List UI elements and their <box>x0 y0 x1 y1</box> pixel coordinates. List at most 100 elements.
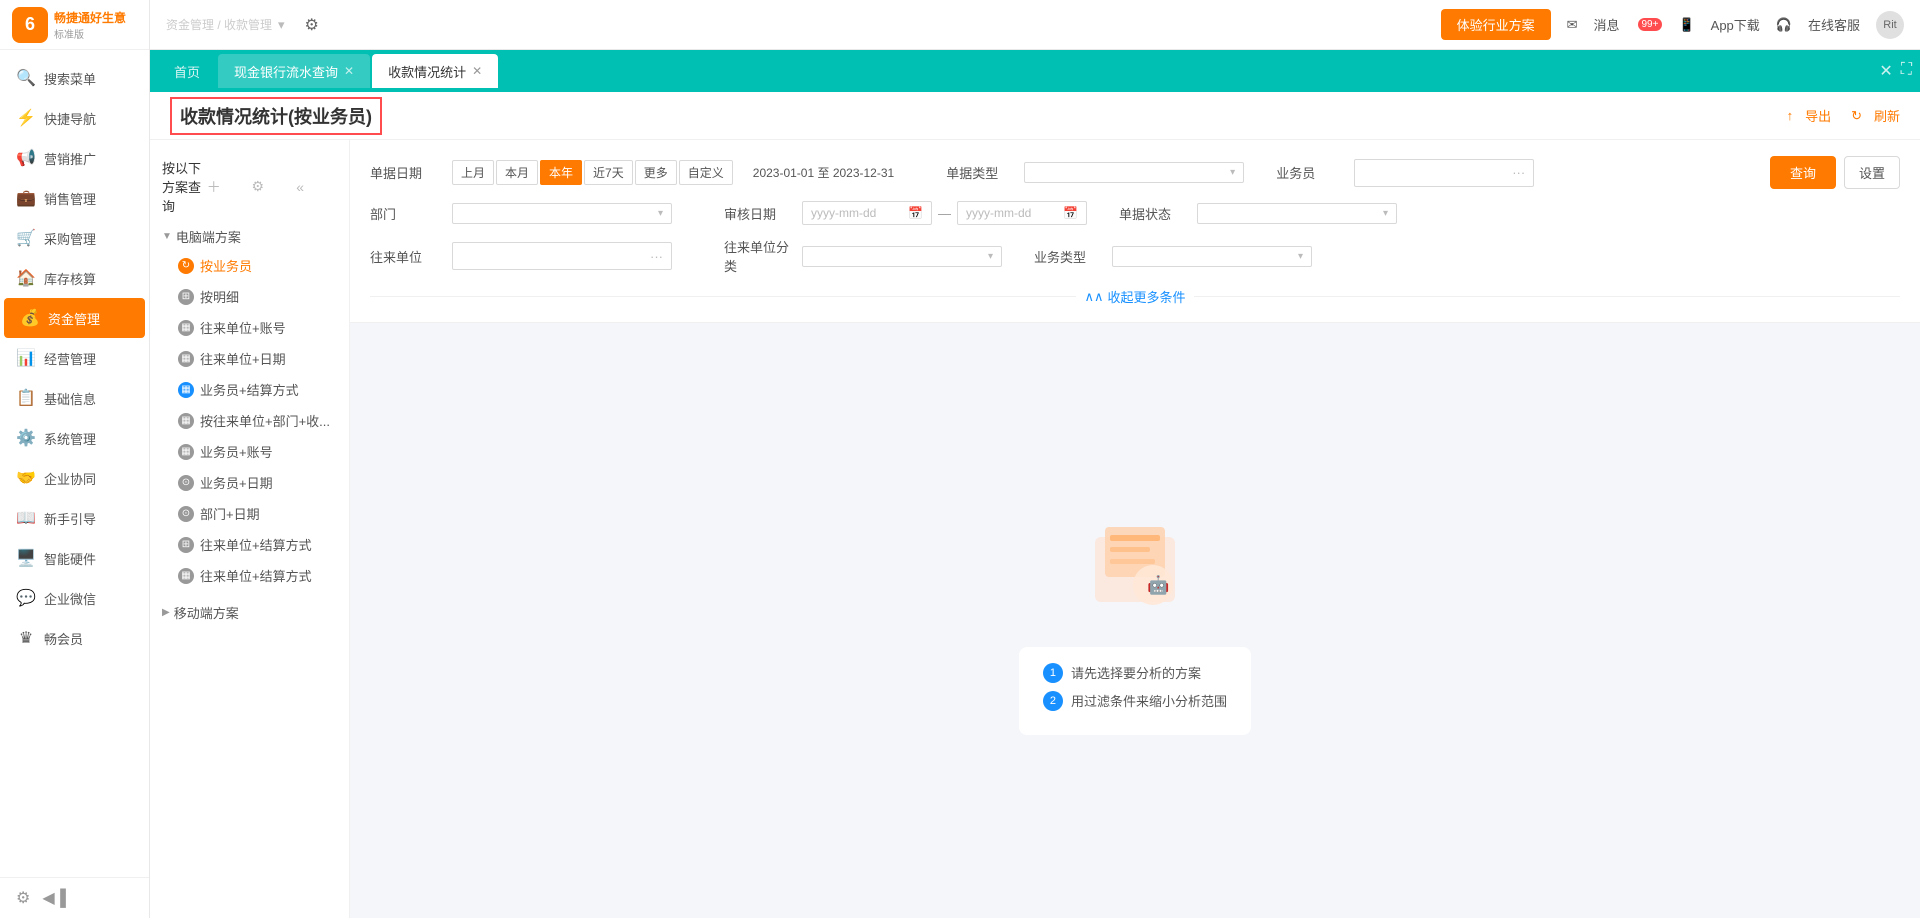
biz-type-select[interactable]: ▾ <box>1112 246 1312 267</box>
user-avatar[interactable]: Rit <box>1876 11 1904 39</box>
sidebar-item-member[interactable]: ♛ 畅会员 <box>0 618 149 658</box>
sidebar-item-corp[interactable]: 🤝 企业协同 <box>0 458 149 498</box>
scheme-icon-unit-settle1: ⊞ <box>178 537 194 553</box>
sidebar-item-purchase[interactable]: 🛒 采购管理 <box>0 218 149 258</box>
base-icon: 📋 <box>16 388 36 408</box>
audit-end-input[interactable]: yyyy-mm-dd 📅 <box>957 201 1087 225</box>
export-button[interactable]: 导出 <box>1805 106 1831 125</box>
counterpart-type-select[interactable]: ▾ <box>802 246 1002 267</box>
settings-gear-icon[interactable]: ⚙ <box>16 888 30 908</box>
scheme-item-by-detail[interactable]: ⊞ 按明细 <box>150 281 349 312</box>
breadcrumb-dropdown-icon[interactable]: ▾ <box>278 17 285 33</box>
dept-label: 部门 <box>370 204 440 223</box>
tab-home[interactable]: 首页 <box>158 54 216 88</box>
audit-date-range: yyyy-mm-dd 📅 — yyyy-mm-dd 📅 <box>802 201 1087 225</box>
online-service-group[interactable]: 🎧 在线客服 <box>1776 15 1860 34</box>
date-btn-7days[interactable]: 近7天 <box>584 160 633 185</box>
breadcrumb-path: 资金管理 / 收款管理 <box>166 16 272 33</box>
collapse-sidebar-icon[interactable]: ◀▐ <box>42 888 66 908</box>
type-select[interactable]: ▾ <box>1024 162 1244 183</box>
scheme-item-staff-date[interactable]: ⊙ 业务员+日期 <box>150 467 349 498</box>
sidebar-item-quick-nav[interactable]: ⚡ 快捷导航 <box>0 98 149 138</box>
scheme-item-unit-settle1[interactable]: ⊞ 往来单位+结算方式 <box>150 529 349 560</box>
scheme-item-unit-settle2[interactable]: ▦ 往来单位+结算方式 <box>150 560 349 591</box>
sidebar-item-finance[interactable]: 💰 资金管理 <box>4 298 145 338</box>
date-btn-group: 上月 本月 本年 近7天 更多 自定义 <box>452 160 733 185</box>
sidebar-item-hardware[interactable]: 🖥️ 智能硬件 <box>0 538 149 578</box>
date-btn-more[interactable]: 更多 <box>635 160 677 185</box>
settings-button[interactable]: 设置 <box>1844 156 1900 189</box>
sidebar-item-search[interactable]: 🔍 搜索菜单 <box>0 58 149 98</box>
staff-filter-group: 业务员 ··· <box>1276 159 1534 187</box>
sidebar-item-system[interactable]: ⚙️ 系统管理 <box>0 418 149 458</box>
calendar-start-icon: 📅 <box>908 206 923 220</box>
counterpart-dots[interactable]: ··· <box>650 249 663 264</box>
window-close-icon[interactable]: ✕ <box>1879 61 1892 81</box>
tab-receipt[interactable]: 收款情况统计 ✕ <box>372 54 498 88</box>
page-settings-icon[interactable]: ⚙ <box>305 15 319 35</box>
manage-scheme-icon[interactable]: ⚙ <box>252 178 293 195</box>
query-button[interactable]: 查询 <box>1770 156 1836 189</box>
staff-dots[interactable]: ··· <box>1512 165 1525 180</box>
scheme-item-by-staff[interactable]: ↻ 按业务员 <box>150 250 349 281</box>
status-filter-group: 单据状态 ▾ <box>1119 203 1397 224</box>
tab-bank-close-icon[interactable]: ✕ <box>344 64 354 78</box>
sidebar-item-sales[interactable]: 💼 销售管理 <box>0 178 149 218</box>
staff-label: 业务员 <box>1276 163 1346 182</box>
breadcrumb: 资金管理 / 收款管理 ▾ <box>166 16 285 33</box>
scheme-icon-unit-settle2: ▦ <box>178 568 194 584</box>
status-select-arrow-icon: ▾ <box>1383 208 1388 219</box>
window-maximize-icon[interactable]: ⛶ <box>1901 61 1912 81</box>
refresh-button[interactable]: 刷新 <box>1874 106 1900 125</box>
staff-input[interactable]: ··· <box>1354 159 1534 187</box>
filter-action-buttons: 查询 设置 <box>1770 156 1900 189</box>
tab-receipt-close-icon[interactable]: ✕ <box>472 64 482 78</box>
empty-illustration: 🤖 <box>1075 507 1195 627</box>
quick-nav-icon: ⚡ <box>16 108 36 128</box>
sales-icon: 💼 <box>16 188 36 208</box>
finance-icon: 💰 <box>20 308 40 328</box>
message-group[interactable]: ✉ 消息 99+ <box>1567 15 1663 34</box>
trial-button[interactable]: 体验行业方案 <box>1441 9 1551 40</box>
status-select[interactable]: ▾ <box>1197 203 1397 224</box>
logo-icon: 6 <box>12 7 48 43</box>
mobile-scheme-section[interactable]: ▶ 移动端方案 <box>150 595 349 630</box>
tab-bank[interactable]: 现金银行流水查询 ✕ <box>218 54 370 88</box>
biz-type-arrow-icon: ▾ <box>1298 251 1303 262</box>
counterpart-type-group: 往来单位分类 ▾ <box>724 237 1002 275</box>
scheme-item-unit-account[interactable]: ▦ 往来单位+账号 <box>150 312 349 343</box>
filter-row-1: 单据日期 上月 本月 本年 近7天 更多 自定义 2023-01-01 至 20… <box>370 156 1900 189</box>
sidebar-item-marketing[interactable]: 📢 营销推广 <box>0 138 149 178</box>
sidebar-item-wechat[interactable]: 💬 企业微信 <box>0 578 149 618</box>
search-icon: 🔍 <box>16 68 36 88</box>
counterpart-input[interactable]: ··· <box>452 242 672 270</box>
left-panel-header: 按以下方案查询 ＋ ⚙ « <box>150 150 349 223</box>
scheme-item-unit-date[interactable]: ▦ 往来单位+日期 <box>150 343 349 374</box>
counterpart-label: 往来单位 <box>370 247 440 266</box>
date-btn-custom[interactable]: 自定义 <box>679 160 733 185</box>
scheme-icon-detail: ⊞ <box>178 289 194 305</box>
date-btn-last-month[interactable]: 上月 <box>452 160 494 185</box>
scheme-icon-unit-account: ▦ <box>178 320 194 336</box>
sidebar-item-base[interactable]: 📋 基础信息 <box>0 378 149 418</box>
app-download-group[interactable]: 📱 App下载 <box>1678 15 1759 34</box>
sidebar-item-inventory[interactable]: 🏠 库存核算 <box>0 258 149 298</box>
operation-icon: 📊 <box>16 348 36 368</box>
scheme-item-dept-date[interactable]: ⊙ 部门+日期 <box>150 498 349 529</box>
date-btn-this-year[interactable]: 本年 <box>540 160 582 185</box>
date-btn-this-month[interactable]: 本月 <box>496 160 538 185</box>
desktop-group-title[interactable]: ▼ 电脑端方案 <box>150 223 349 250</box>
collapse-panel-icon[interactable]: « <box>296 179 337 195</box>
scheme-icon-staff-settle: ▦ <box>178 382 194 398</box>
audit-start-input[interactable]: yyyy-mm-dd 📅 <box>802 201 932 225</box>
scheme-item-staff-account[interactable]: ▦ 业务员+账号 <box>150 436 349 467</box>
add-scheme-icon[interactable]: ＋ <box>207 177 248 197</box>
dept-select[interactable]: ▾ <box>452 203 672 224</box>
sidebar-bottom: ⚙ ◀▐ <box>0 877 149 918</box>
sidebar-item-guide[interactable]: 📖 新手引导 <box>0 498 149 538</box>
counterpart-type-label: 往来单位分类 <box>724 237 794 275</box>
scheme-item-unit-dept[interactable]: ▦ 按往来单位+部门+收... <box>150 405 349 436</box>
collapse-btn[interactable]: ∧∧ 收起更多条件 <box>1084 287 1185 306</box>
scheme-item-staff-settle[interactable]: ▦ 业务员+结算方式 <box>150 374 349 405</box>
sidebar-item-operation[interactable]: 📊 经营管理 <box>0 338 149 378</box>
